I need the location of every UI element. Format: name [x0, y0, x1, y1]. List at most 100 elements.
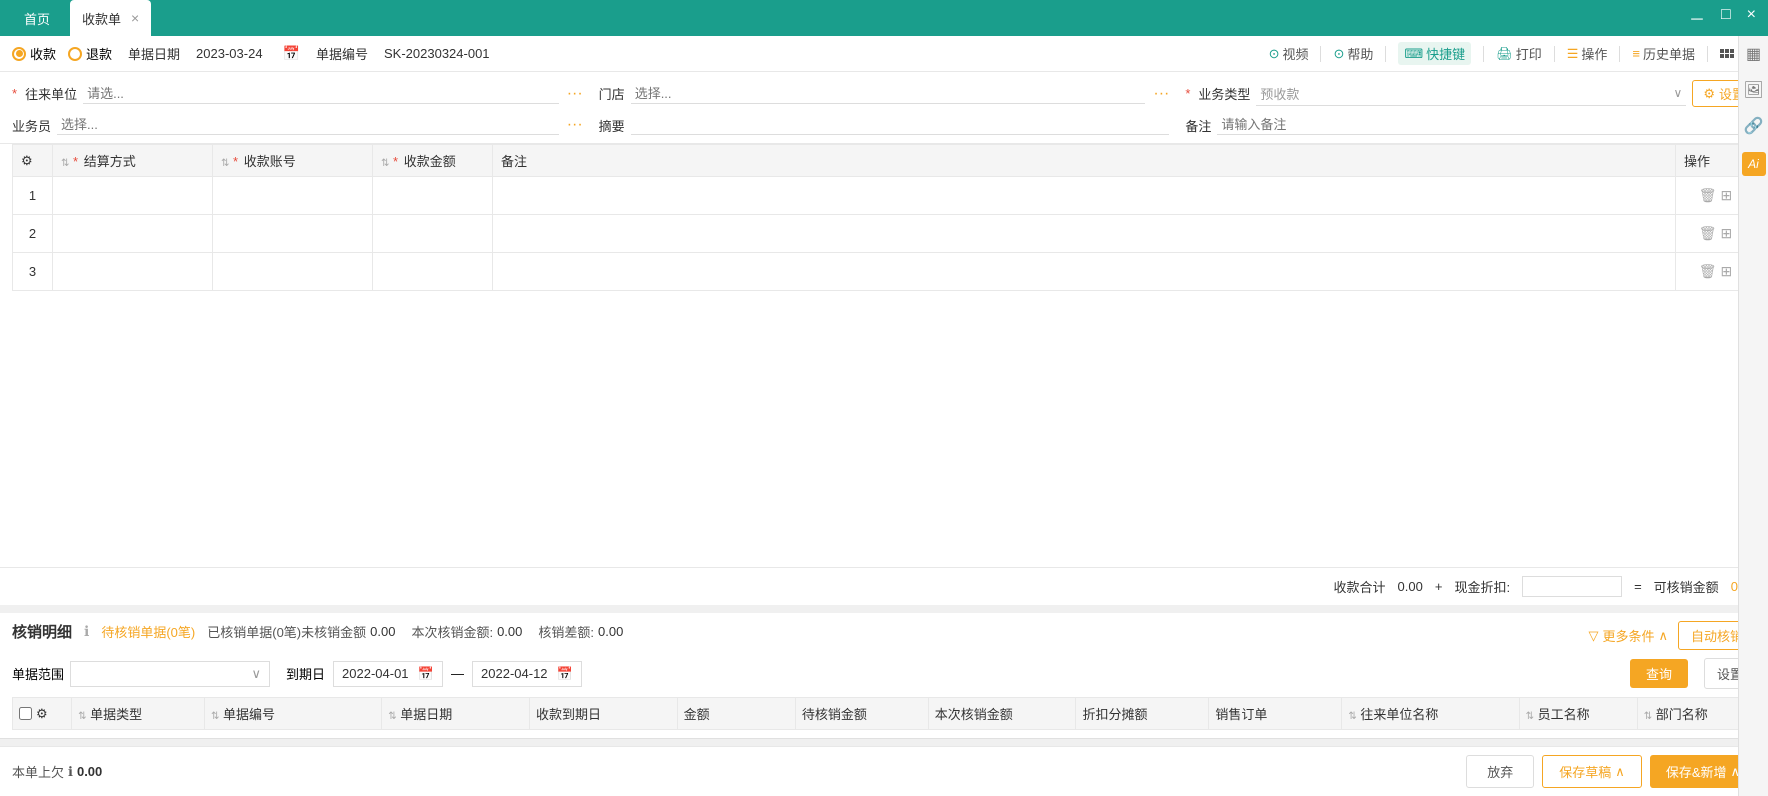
bottom-gear-icon: ⚙	[36, 706, 48, 722]
table-header-row: ⚙ ⇅ * 结算方式 ⇅ * 收款账号 ⇅ * 收款	[13, 145, 1756, 177]
discount-input[interactable]	[1522, 576, 1622, 597]
salesperson-more-btn[interactable]: ···	[567, 116, 583, 134]
sort-number-icon[interactable]: ⇅	[211, 711, 219, 722]
row-remark-3[interactable]	[493, 253, 1676, 291]
sort-amount-icon[interactable]: ⇅	[381, 158, 389, 169]
range-select[interactable]: ∨	[70, 661, 270, 687]
date-picker-icon[interactable]: 📅	[283, 45, 300, 62]
video-action[interactable]: ⊙ 视频	[1269, 44, 1309, 63]
date-from-value: 2022-04-01	[342, 666, 414, 681]
layout-btn[interactable]	[1720, 49, 1734, 58]
footer-value: 0.00	[77, 764, 102, 779]
salesperson-input[interactable]	[57, 115, 559, 135]
delete-row-1-icon[interactable]: 🗑	[1699, 187, 1717, 204]
sidebar-image-icon[interactable]: 🖼	[1743, 80, 1763, 100]
copy-row-1-icon[interactable]: ⊞	[1721, 187, 1733, 204]
summary-label: 摘要	[599, 116, 625, 135]
row-remark-1[interactable]	[493, 177, 1676, 215]
history-action[interactable]: ≡ 历史单据	[1632, 44, 1695, 63]
row-amount-3[interactable]	[373, 253, 493, 291]
draft-label: 保存草稿	[1559, 762, 1611, 781]
summary-row: 收款合计 0.00 + 现金折扣: = 可核销金额 0.00	[0, 567, 1768, 605]
help-action[interactable]: ⊙ 帮助	[1333, 44, 1373, 63]
copy-row-3-icon[interactable]: ⊞	[1721, 263, 1733, 280]
sidebar-table-icon[interactable]: ▦	[1746, 44, 1761, 64]
verify-info-icon[interactable]: ℹ	[84, 623, 89, 640]
sidebar-edit-icon[interactable]: Ai	[1742, 152, 1766, 176]
select-all-checkbox[interactable]	[19, 707, 32, 720]
total-value: 0.00	[1398, 579, 1423, 594]
sort-date-icon[interactable]: ⇅	[388, 711, 396, 722]
stat-diff: 核销差额: 0.00	[538, 622, 623, 641]
abandon-button[interactable]: 放弃	[1466, 755, 1534, 788]
number-value: SK-20230324-001	[384, 46, 490, 61]
ops-icon: ☰	[1567, 46, 1579, 62]
form-row-2: 业务员 ··· 摘要 备注	[12, 115, 1756, 135]
radio-refund-label: 退款	[86, 44, 112, 63]
sort-partner-icon[interactable]: ⇅	[1348, 711, 1356, 722]
counterpart-more-btn[interactable]: ···	[567, 85, 583, 103]
delete-row-2-icon[interactable]: 🗑	[1699, 225, 1717, 242]
footer-info-icon[interactable]: ℹ	[68, 764, 73, 780]
row-num-3: 3	[13, 253, 53, 291]
sort-type-icon[interactable]: ⇅	[78, 711, 86, 722]
date-from-icon[interactable]: 📅	[418, 666, 434, 682]
delete-row-3-icon[interactable]: 🗑	[1699, 263, 1717, 280]
sort-settle-icon[interactable]: ⇅	[61, 158, 69, 169]
row-remark-2[interactable]	[493, 215, 1676, 253]
remark-input[interactable]	[1217, 115, 1756, 135]
date-to-value: 2022-04-12	[481, 666, 553, 681]
row-amount-2[interactable]	[373, 215, 493, 253]
maximize-button[interactable]: □	[1717, 6, 1735, 30]
shortcut-action[interactable]: ⌨ 快捷键	[1398, 42, 1471, 65]
stat-current-value: 0.00	[497, 624, 522, 639]
range-field: 单据范围 ∨	[12, 661, 270, 687]
store-more-btn[interactable]: ···	[1153, 85, 1169, 103]
ops-action[interactable]: ☰ 操作	[1567, 44, 1608, 63]
store-input[interactable]	[631, 84, 1146, 104]
counterpart-input[interactable]	[83, 84, 559, 104]
minimize-button[interactable]: －	[1685, 6, 1709, 30]
table-settings-header[interactable]: ⚙	[13, 145, 53, 177]
save-draft-button[interactable]: 保存草稿 ∧	[1542, 755, 1642, 788]
radio-receipt[interactable]: 收款	[12, 44, 56, 63]
bottom-th-number: ⇅ 单据编号	[205, 698, 382, 730]
radio-refund[interactable]: 退款	[68, 44, 112, 63]
sort-dept-icon[interactable]: ⇅	[1644, 711, 1652, 722]
date-from-input[interactable]: 2022-04-01 📅	[333, 661, 443, 687]
date-to-input[interactable]: 2022-04-12 📅	[472, 661, 582, 687]
row-account-3[interactable]	[213, 253, 373, 291]
done-tab[interactable]: 已核销单据(0笔)	[207, 622, 301, 641]
tab-home[interactable]: 首页	[8, 0, 66, 36]
summary-input[interactable]	[631, 115, 1170, 135]
settings-icon: ⚙	[1703, 86, 1715, 102]
tab-close-icon[interactable]: ×	[131, 10, 139, 26]
pending-tab[interactable]: 待核销单据(0笔)	[101, 622, 195, 641]
copy-row-2-icon[interactable]: ⊞	[1721, 225, 1733, 242]
business-type-select[interactable]: 预收款 ∨	[1256, 82, 1686, 106]
section-divider	[0, 605, 1768, 613]
ops-label: 操作	[1581, 44, 1607, 63]
sort-account-icon[interactable]: ⇅	[221, 158, 229, 169]
row-account-1[interactable]	[213, 177, 373, 215]
row-settle-2[interactable]	[53, 215, 213, 253]
stat-unverified-value: 0.00	[370, 624, 395, 639]
receipt-table: ⚙ ⇅ * 结算方式 ⇅ * 收款账号 ⇅ * 收款	[12, 144, 1756, 291]
th-remark: 备注	[493, 145, 1676, 177]
close-button[interactable]: ×	[1743, 6, 1760, 30]
date-to-icon[interactable]: 📅	[557, 666, 573, 682]
row-account-2[interactable]	[213, 215, 373, 253]
table-row: 3 🗑 ⊞	[13, 253, 1756, 291]
sidebar-link-icon[interactable]: 🔗	[1744, 116, 1764, 136]
save-new-label: 保存&新增	[1666, 762, 1727, 781]
row-settle-3[interactable]	[53, 253, 213, 291]
bottom-th-gear[interactable]: ⚙	[13, 698, 72, 730]
more-conditions-btn[interactable]: ▽ 更多条件 ∧	[1588, 626, 1668, 645]
row-settle-1[interactable]	[53, 177, 213, 215]
sort-employee-icon[interactable]: ⇅	[1526, 711, 1534, 722]
print-action[interactable]: 🖨 打印	[1496, 44, 1542, 63]
salesperson-label: 业务员	[12, 116, 51, 135]
row-amount-1[interactable]	[373, 177, 493, 215]
query-button[interactable]: 查询	[1630, 659, 1688, 688]
tab-receipt[interactable]: 收款单 ×	[70, 0, 151, 36]
